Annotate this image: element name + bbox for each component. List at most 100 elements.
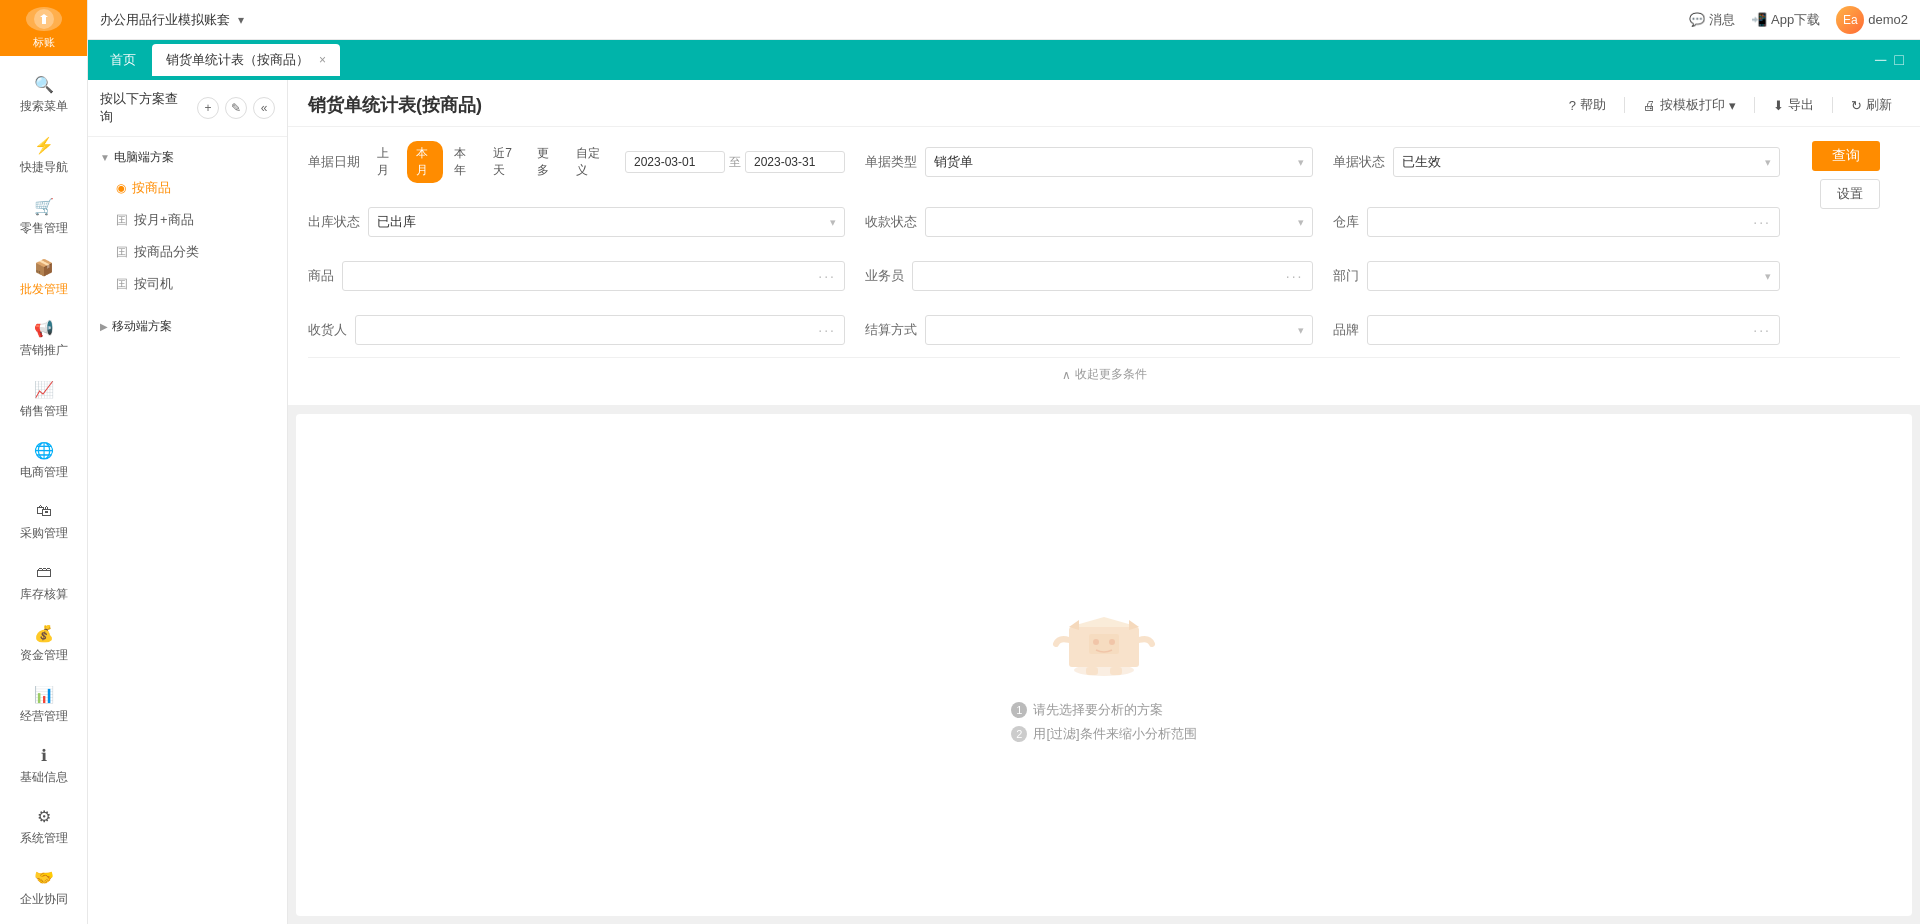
recipient-control[interactable]: ··· <box>355 315 845 345</box>
filter-goods: 商品 ··· <box>308 261 845 291</box>
department-label: 部门 <box>1333 267 1359 285</box>
date-input-group: 至 <box>625 151 845 173</box>
print-label: 按模板打印 <box>1660 96 1725 114</box>
date-from-input[interactable] <box>625 151 725 173</box>
salesperson-label: 业务员 <box>865 267 904 285</box>
sidebar-item-sales[interactable]: 📈 销售管理 <box>0 369 87 430</box>
settlement-control[interactable]: ▾ <box>925 315 1313 345</box>
scheme-edit-btn[interactable]: ✎ <box>225 97 247 119</box>
tab-minimize-btn[interactable]: ─ <box>1875 51 1886 69</box>
page-title: 销货单统计表(按商品) <box>308 93 482 117</box>
empty-tips: 1 请先选择要分析的方案 2 用[过滤]条件来缩小分析范围 <box>1011 701 1196 749</box>
scheme-add-btn[interactable]: + <box>197 97 219 119</box>
sidebar-item-quicknav[interactable]: ⚡ 快捷导航 <box>0 125 87 186</box>
department-control[interactable]: ▾ <box>1367 261 1781 291</box>
date-tab-this-year[interactable]: 本年 <box>445 141 482 183</box>
brand-control[interactable]: ··· <box>1367 315 1781 345</box>
sidebar-item-purchase[interactable]: 🛍 采购管理 <box>0 491 87 552</box>
scheme-item-by-driver[interactable]: 囯 按司机 <box>88 268 287 300</box>
filter-row-2: 出库状态 已出库 ▾ 收款状态 <box>308 207 1780 237</box>
tab-home[interactable]: 首页 <box>96 44 150 76</box>
export-icon: ⬇ <box>1773 98 1784 113</box>
tab-maximize-btn[interactable]: □ <box>1894 51 1904 69</box>
date-tab-custom[interactable]: 自定义 <box>567 141 613 183</box>
filter-settlement: 结算方式 ▾ <box>865 315 1313 345</box>
main-content: 销货单统计表(按商品) ? 帮助 🖨 按模板打印 ▾ ⬇ <box>288 80 1920 924</box>
sidebar-item-wholesale[interactable]: 📦 批发管理 <box>0 247 87 308</box>
user-area[interactable]: Ea demo2 <box>1836 6 1908 34</box>
date-tab-last-month[interactable]: 上月 <box>368 141 405 183</box>
sidebar-item-inventory[interactable]: 🗃 库存核算 <box>0 552 87 613</box>
sidebar-item-finance[interactable]: 💰 资金管理 <box>0 613 87 674</box>
scheme-collapse-btn[interactable]: « <box>253 97 275 119</box>
sidebar-item-basic-info[interactable]: ℹ 基础信息 <box>0 735 87 796</box>
salesperson-control[interactable]: ··· <box>912 261 1313 291</box>
out-status-value: 已出库 <box>377 213 416 231</box>
svg-rect-7 <box>1110 667 1122 675</box>
sidebar-item-marketing[interactable]: 📢 营销推广 <box>0 308 87 369</box>
message-btn[interactable]: 💬 消息 <box>1689 11 1735 29</box>
page-header: 销货单统计表(按商品) ? 帮助 🖨 按模板打印 ▾ ⬇ <box>288 80 1920 127</box>
scheme-header-icons: + ✎ « <box>197 97 275 119</box>
mobile-group-label: 移动端方案 <box>112 318 172 335</box>
warehouse-control[interactable]: ··· <box>1367 207 1781 237</box>
user-avatar: Ea <box>1836 6 1864 34</box>
scheme-panel: 按以下方案查询 + ✎ « ▼ 电脑端方案 ◉ 按商品 囯 按月+ <box>88 80 288 924</box>
marketing-icon: 📢 <box>34 318 54 338</box>
sidebar-item-management[interactable]: 📊 经营管理 <box>0 674 87 735</box>
goods-label: 商品 <box>308 267 334 285</box>
sidebar-item-retail[interactable]: 🛒 零售管理 <box>0 186 87 247</box>
quicknav-icon: ⚡ <box>34 135 54 155</box>
date-to-input[interactable] <box>745 151 845 173</box>
purchase-icon: 🛍 <box>34 501 54 521</box>
export-btn[interactable]: ⬇ 导出 <box>1765 92 1822 118</box>
goods-dots: ··· <box>818 268 836 284</box>
app-download-label: App下载 <box>1771 11 1820 29</box>
salesperson-dots: ··· <box>1286 268 1304 284</box>
desktop-group-label: 电脑端方案 <box>114 149 174 166</box>
scheme-header: 按以下方案查询 + ✎ « <box>88 80 287 137</box>
brand-label: 品牌 <box>1333 321 1359 339</box>
divider2 <box>1754 97 1755 113</box>
doc-type-control[interactable]: 销货单 ▾ <box>925 147 1313 177</box>
sidebar-item-search[interactable]: 🔍 搜索菜单 <box>0 64 87 125</box>
tab-close-icon[interactable]: × <box>319 53 326 67</box>
sidebar-item-ecommerce[interactable]: 🌐 电商管理 <box>0 430 87 491</box>
sidebar-label-inventory: 库存核算 <box>20 586 68 603</box>
topbar-dropdown-btn[interactable]: ▾ <box>238 13 244 27</box>
query-btn[interactable]: 查询 <box>1812 141 1880 171</box>
topbar-title: 办公用品行业模拟账套 <box>100 11 230 29</box>
scheme-group-desktop-title[interactable]: ▼ 电脑端方案 <box>88 143 287 172</box>
help-btn[interactable]: ? 帮助 <box>1561 92 1614 118</box>
doc-status-control[interactable]: 已生效 ▾ <box>1393 147 1781 177</box>
print-btn[interactable]: 🖨 按模板打印 ▾ <box>1635 92 1744 118</box>
by-goods-label: 按商品 <box>132 179 171 197</box>
svg-point-4 <box>1093 639 1099 645</box>
filter-out-status: 出库状态 已出库 ▾ <box>308 207 845 237</box>
settings-btn[interactable]: 设置 <box>1820 179 1880 209</box>
print-dropdown-icon: ▾ <box>1729 98 1736 113</box>
scheme-item-by-goods[interactable]: ◉ 按商品 <box>88 172 287 204</box>
sidebar-item-system[interactable]: ⚙ 系统管理 <box>0 796 87 857</box>
department-arrow: ▾ <box>1765 270 1771 283</box>
scheme-group-mobile-title[interactable]: ▶ 移动端方案 <box>88 312 287 341</box>
doc-type-value: 销货单 <box>934 153 973 171</box>
mobile-group-arrow: ▶ <box>100 321 108 332</box>
refresh-btn[interactable]: ↻ 刷新 <box>1843 92 1900 118</box>
by-month-goods-label: 按月+商品 <box>134 211 194 229</box>
date-tab-7days[interactable]: 近7天 <box>484 141 526 183</box>
sidebar-label-wholesale: 批发管理 <box>20 281 68 298</box>
goods-control[interactable]: ··· <box>342 261 845 291</box>
date-tab-more[interactable]: 更多 <box>528 141 565 183</box>
sidebar-item-collab[interactable]: 🤝 企业协同 <box>0 857 87 918</box>
collapse-btn[interactable]: ∧ 收起更多条件 <box>1062 366 1147 383</box>
scheme-item-by-month-goods[interactable]: 囯 按月+商品 <box>88 204 287 236</box>
app-download-btn[interactable]: 📲 App下载 <box>1751 11 1820 29</box>
out-status-control[interactable]: 已出库 ▾ <box>368 207 845 237</box>
date-tab-this-month[interactable]: 本月 <box>407 141 444 183</box>
print-icon: 🖨 <box>1643 98 1656 113</box>
sidebar-item-newguide[interactable]: 🎯 新手引导 <box>0 918 87 924</box>
payment-status-control[interactable]: ▾ <box>925 207 1313 237</box>
scheme-item-by-category[interactable]: 囯 按商品分类 <box>88 236 287 268</box>
tab-sales-stats[interactable]: 销货单统计表（按商品） × <box>152 44 340 76</box>
